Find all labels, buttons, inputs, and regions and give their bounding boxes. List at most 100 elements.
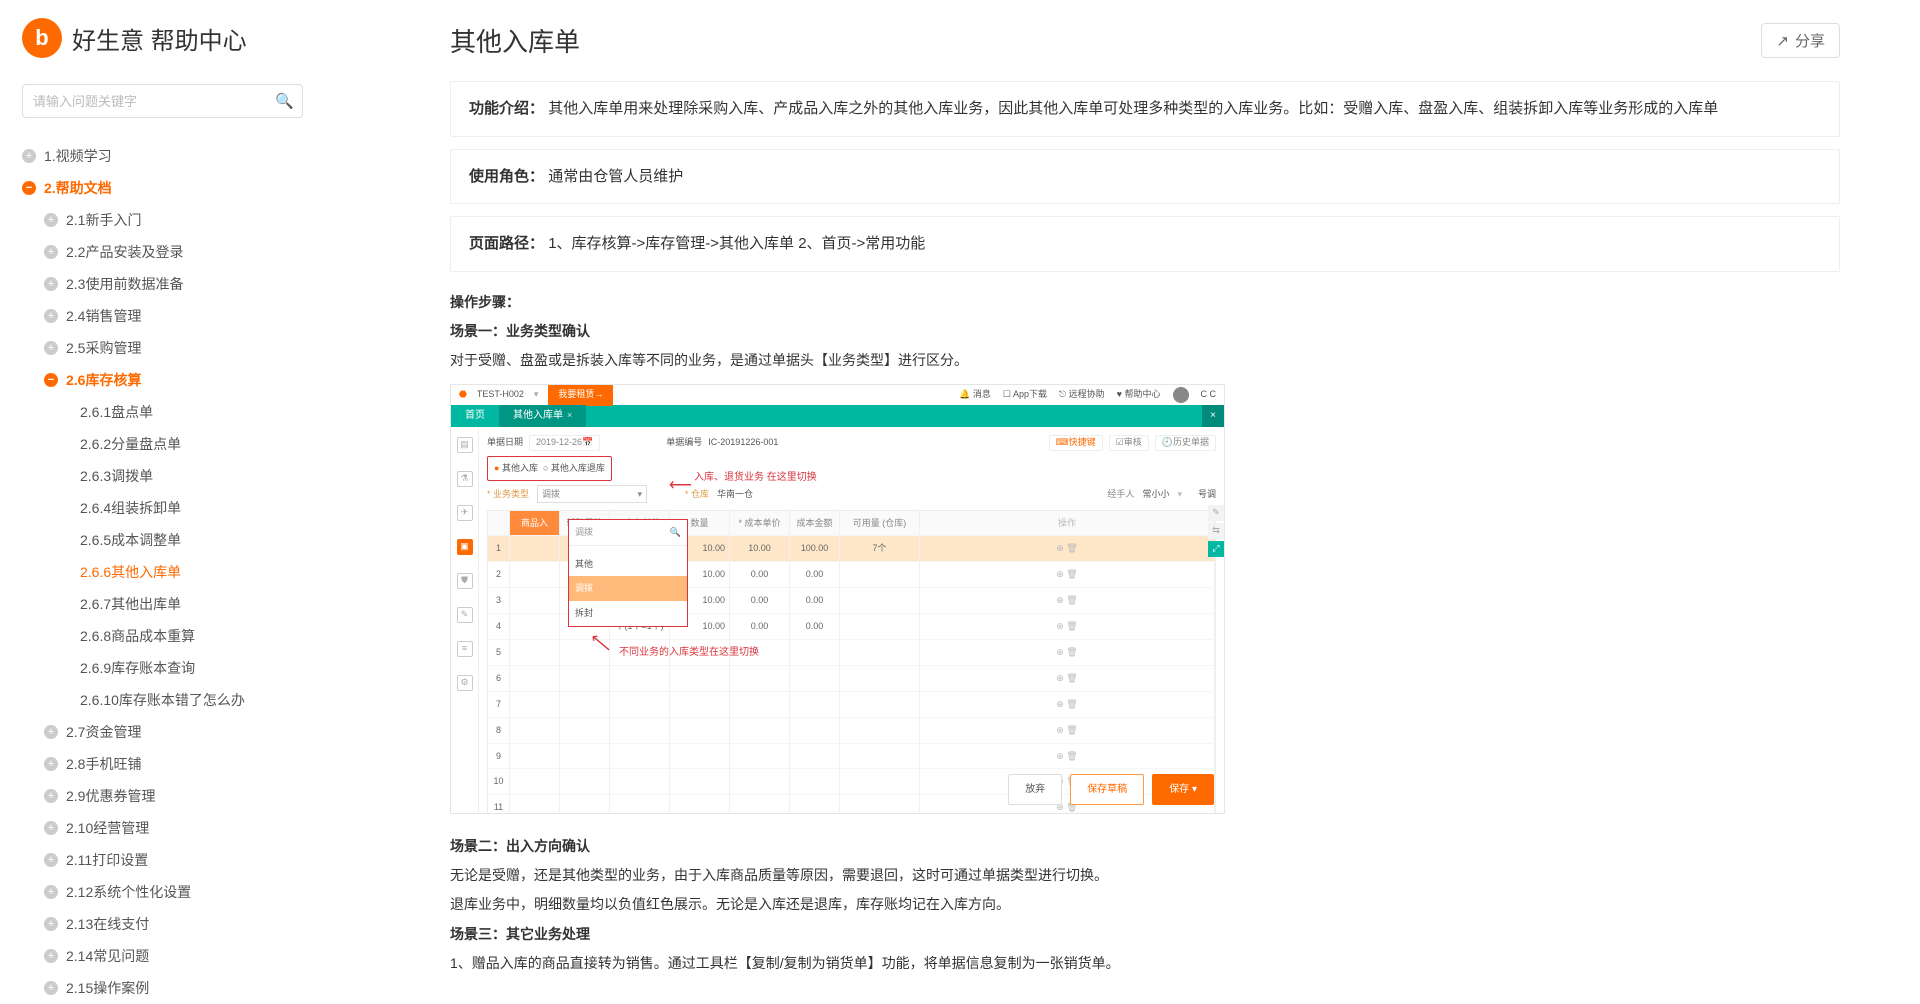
- table-row[interactable]: 6⊕ 🗑: [488, 665, 1215, 691]
- nav-label: 2.1新手入门: [66, 210, 141, 230]
- right-dock: ✎ ⇆ ⤢: [1208, 505, 1224, 557]
- tb-remote[interactable]: ⎋ 远程协助: [1059, 385, 1105, 404]
- scene2-p2: 退库业务中，明细数量均以负值红色展示。无论是入库还是退库，库存账均记在入库方向。: [450, 890, 1840, 919]
- nav-sub1-item[interactable]: 2.1新手入门: [22, 204, 303, 236]
- tb-app[interactable]: ☐ App下载: [1003, 385, 1047, 404]
- nav-sub1-item[interactable]: 2.10经营管理: [22, 812, 303, 844]
- nav-label: 2.6.6其他入库单: [80, 562, 181, 582]
- tb-help[interactable]: ♥ 帮助中心: [1117, 385, 1161, 404]
- logo[interactable]: b 好生意 帮助中心: [22, 18, 303, 58]
- dd-item[interactable]: 拆封: [569, 601, 687, 626]
- app-toolbar: 单据日期 2019-12-26 📅 单据编号 IC-20191226-001 ⌨…: [487, 433, 1216, 453]
- nav-sub1-item[interactable]: 2.3使用前数据准备: [22, 268, 303, 300]
- plus-icon: [44, 725, 58, 739]
- nav-sub1-item[interactable]: 2.14常见问题: [22, 940, 303, 972]
- nav-sub1-item[interactable]: 2.9优惠券管理: [22, 780, 303, 812]
- app-leftrail: ▤ ⚗ ✈ ▣ ⛊ ✎ ≡ ⚙: [451, 427, 479, 813]
- callout-text-2: 不同业务的入库类型在这里切换: [619, 642, 759, 663]
- nav-sub1-item[interactable]: 2.7资金管理: [22, 716, 303, 748]
- app-screenshot: ⬣ TEST-H002 ▾ 我要租赁→ 🔔 消息 ☐ App下载 ⎋ 远程协助 …: [450, 384, 1225, 814]
- nav-label: 2.6.3调拨单: [80, 466, 153, 486]
- docno-value: IC-20191226-001: [708, 433, 778, 452]
- nav-sub1-item[interactable]: 2.2产品安装及登录: [22, 236, 303, 268]
- search-icon[interactable]: 🔍: [275, 92, 294, 110]
- draft-button[interactable]: 保存草稿: [1070, 774, 1144, 805]
- biztype-switch[interactable]: ● 其他入库 ○ 其他入库退库: [487, 456, 612, 481]
- handler-value: 常小小: [1142, 485, 1169, 504]
- rail-icon[interactable]: ≡: [457, 641, 473, 657]
- nav-label: 2.6.1盘点单: [80, 402, 153, 422]
- cancel-button[interactable]: 放弃: [1008, 774, 1062, 805]
- table-row[interactable]: 7⊕ 🗑: [488, 691, 1215, 717]
- date-value[interactable]: 2019-12-26 📅: [529, 435, 600, 451]
- rail-icon[interactable]: ✈: [457, 505, 473, 521]
- nav-sub2-item[interactable]: 2.6.1盘点单: [22, 396, 303, 428]
- plus-icon: [44, 821, 58, 835]
- nav-label: 2.6.2分量盘点单: [80, 434, 181, 454]
- toolbar-audit[interactable]: ☑ 审核: [1109, 435, 1149, 451]
- share-button[interactable]: ↗ 分享: [1761, 23, 1840, 58]
- rail-icon[interactable]: ✎: [457, 607, 473, 623]
- rail-icon[interactable]: ▤: [457, 437, 473, 453]
- tab-home[interactable]: 首页: [451, 405, 499, 427]
- nav-sub1-item[interactable]: 2.12系统个性化设置: [22, 876, 303, 908]
- nav-sub1-item[interactable]: 2.8手机旺铺: [22, 748, 303, 780]
- nav-sub2-item[interactable]: 2.6.9库存账本查询: [22, 652, 303, 684]
- toolbar-history[interactable]: 🕘 历史单据: [1155, 435, 1216, 451]
- nav-top-item[interactable]: 2.帮助文档: [22, 172, 303, 204]
- table-row[interactable]: 9⊕ 🗑: [488, 743, 1215, 769]
- close-icon[interactable]: ×: [567, 406, 572, 425]
- dd-search[interactable]: 调拨 🔍: [569, 520, 687, 546]
- plus-icon: [44, 341, 58, 355]
- rail-icon-active[interactable]: ▣: [457, 539, 473, 555]
- nav-sub2-item[interactable]: 2.6.10库存账本错了怎么办: [22, 684, 303, 716]
- dock-icon[interactable]: ⤢: [1208, 541, 1224, 557]
- toolbar-hotkey[interactable]: ⌨ 快捷键: [1049, 435, 1103, 451]
- save-button[interactable]: 保存 ▾: [1152, 774, 1214, 805]
- role-text: 通常由仓管人员维护: [548, 168, 683, 185]
- table-row[interactable]: 8⊕ 🗑: [488, 717, 1215, 743]
- tb-msg[interactable]: 🔔 消息: [959, 385, 991, 404]
- app-topbar: ⬣ TEST-H002 ▾ 我要租赁→ 🔔 消息 ☐ App下载 ⎋ 远程协助 …: [451, 385, 1224, 405]
- nav-top-item[interactable]: 1.视频学习: [22, 140, 303, 172]
- article-body: 操作步骤： 场景一：业务类型确认 对于受赠、盘盈或是拆装入库等不同的业务，是通过…: [450, 288, 1840, 979]
- nav-sub2-item[interactable]: 2.6.2分量盘点单: [22, 428, 303, 460]
- filter-row: * 业务类型 调拨 ▾ * 仓库 华南一仓 经手人 常小小 ▾ 号调: [487, 485, 1216, 504]
- role-box: 使用角色： 通常由仓管人员维护: [450, 149, 1840, 205]
- avatar[interactable]: [1173, 387, 1189, 403]
- nav-sub2-item[interactable]: 2.6.5成本调整单: [22, 524, 303, 556]
- dd-item-selected[interactable]: 调拨: [569, 576, 687, 601]
- dock-icon[interactable]: ✎: [1208, 505, 1224, 521]
- dd-item[interactable]: 其他: [569, 552, 687, 577]
- nav-sub2-item[interactable]: 2.6.6其他入库单: [22, 556, 303, 588]
- nav-sub2-item[interactable]: 2.6.4组装拆卸单: [22, 492, 303, 524]
- nav-sub2-item[interactable]: 2.6.3调拨单: [22, 460, 303, 492]
- nav-sub1-item[interactable]: 2.4销售管理: [22, 300, 303, 332]
- nav-sub2-item[interactable]: 2.6.8商品成本重算: [22, 620, 303, 652]
- lastcol-btn[interactable]: 号调: [1198, 485, 1216, 504]
- nav-label: 2.8手机旺铺: [66, 754, 141, 774]
- nav-sub1-item[interactable]: 2.5采购管理: [22, 332, 303, 364]
- logo-icon: b: [22, 18, 62, 58]
- nav-label: 2.6.10库存账本错了怎么办: [80, 690, 245, 710]
- rent-cta[interactable]: 我要租赁→: [548, 384, 613, 406]
- biztype-select[interactable]: 调拨 ▾: [537, 485, 647, 503]
- close-all-icon[interactable]: ×: [1202, 405, 1224, 427]
- nav-sub2-item[interactable]: 2.6.7其他出库单: [22, 588, 303, 620]
- handler-label: 经手人: [1107, 485, 1134, 504]
- tab-doc[interactable]: 其他入库单×: [499, 405, 586, 427]
- rail-icon[interactable]: ⛊: [457, 573, 473, 589]
- dock-icon[interactable]: ⇆: [1208, 523, 1224, 539]
- rail-icon[interactable]: ⚙: [457, 675, 473, 691]
- rail-icon[interactable]: ⚗: [457, 471, 473, 487]
- biztype-label: * 业务类型: [487, 485, 529, 504]
- nav-sub1-item[interactable]: 2.6库存核算: [22, 364, 303, 396]
- plus-icon: [44, 981, 58, 995]
- nav-sub1-item[interactable]: 2.11打印设置: [22, 844, 303, 876]
- nav-label: 2.15操作案例: [66, 978, 149, 998]
- scene1-text: 对于受赠、盘盈或是拆装入库等不同的业务，是通过单据头【业务类型】进行区分。: [450, 346, 1840, 375]
- search-input[interactable]: [22, 84, 303, 118]
- nav-sub1-item[interactable]: 2.15操作案例: [22, 972, 303, 1004]
- biztype-dropdown[interactable]: 调拨 🔍 其他 调拨 拆封: [568, 519, 688, 628]
- nav-sub1-item[interactable]: 2.13在线支付: [22, 908, 303, 940]
